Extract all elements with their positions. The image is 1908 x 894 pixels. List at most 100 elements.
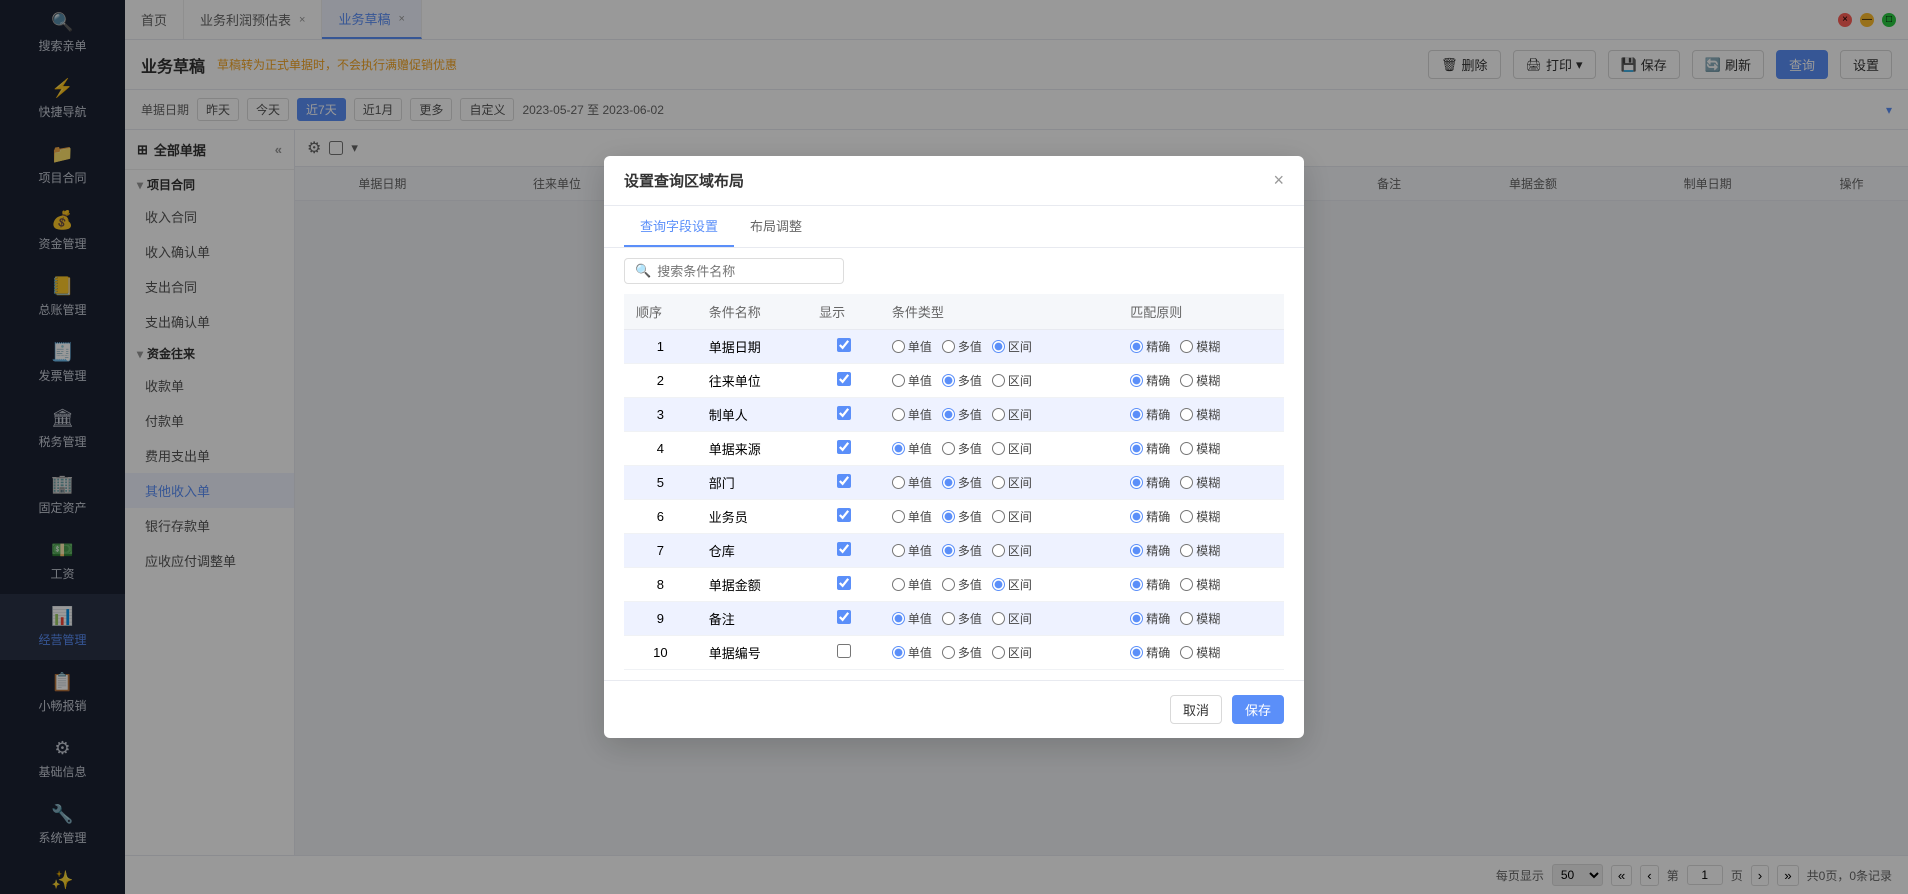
row-6-cond-区间[interactable]: 区间	[992, 542, 1032, 559]
row-6-cond-多值[interactable]: 多值	[942, 542, 982, 559]
row-9-match-模糊[interactable]: 模糊	[1180, 644, 1220, 661]
row-3-cond-单值[interactable]: 单值	[892, 440, 932, 457]
row-5-order: 6	[624, 500, 697, 534]
row-7-show-checkbox[interactable]	[837, 576, 851, 590]
row-7-match-精确[interactable]: 精确	[1130, 576, 1170, 593]
row-4-match-精确[interactable]: 精确	[1130, 474, 1170, 491]
row-1-show-checkbox[interactable]	[837, 372, 851, 386]
row-3-match-精确[interactable]: 精确	[1130, 440, 1170, 457]
dialog-tab-bar: 查询字段设置 布局调整	[604, 206, 1304, 248]
row-1-cond-单值[interactable]: 单值	[892, 372, 932, 389]
row-1-show[interactable]	[807, 364, 880, 398]
row-5-matchtype: 精确模糊	[1118, 500, 1284, 534]
row-7-condtype: 单值多值区间	[880, 568, 1118, 602]
row-3-name: 单据来源	[697, 432, 807, 466]
row-4-name: 部门	[697, 466, 807, 500]
row-1-match-精确[interactable]: 精确	[1130, 372, 1170, 389]
th-match: 匹配原则	[1118, 294, 1284, 330]
th-show: 显示	[807, 294, 880, 330]
row-9-cond-区间[interactable]: 区间	[992, 644, 1032, 661]
row-5-match-模糊[interactable]: 模糊	[1180, 508, 1220, 525]
row-0-show[interactable]	[807, 330, 880, 364]
row-6-show-checkbox[interactable]	[837, 542, 851, 556]
row-9-cond-多值[interactable]: 多值	[942, 644, 982, 661]
row-3-match-模糊[interactable]: 模糊	[1180, 440, 1220, 457]
row-7-matchtype: 精确模糊	[1118, 568, 1284, 602]
row-1-match-模糊[interactable]: 模糊	[1180, 372, 1220, 389]
search-wrap: 🔍	[624, 258, 844, 284]
row-7-cond-多值[interactable]: 多值	[942, 576, 982, 593]
row-3-show[interactable]	[807, 432, 880, 466]
row-8-cond-单值[interactable]: 单值	[892, 610, 932, 627]
row-0-cond-单值[interactable]: 单值	[892, 338, 932, 355]
row-3-cond-区间[interactable]: 区间	[992, 440, 1032, 457]
row-0-match-精确[interactable]: 精确	[1130, 338, 1170, 355]
row-4-show[interactable]	[807, 466, 880, 500]
row-4-match-模糊[interactable]: 模糊	[1180, 474, 1220, 491]
save-dialog-button[interactable]: 保存	[1232, 695, 1284, 724]
row-7-show[interactable]	[807, 568, 880, 602]
row-5-cond-多值[interactable]: 多值	[942, 508, 982, 525]
row-9-matchtype: 精确模糊	[1118, 636, 1284, 670]
row-5-show[interactable]	[807, 500, 880, 534]
row-9-show[interactable]	[807, 636, 880, 670]
row-4-cond-单值[interactable]: 单值	[892, 474, 932, 491]
row-6-cond-单值[interactable]: 单值	[892, 542, 932, 559]
row-9-match-精确[interactable]: 精确	[1130, 644, 1170, 661]
row-8-cond-区间[interactable]: 区间	[992, 610, 1032, 627]
row-8-show[interactable]	[807, 602, 880, 636]
row-4-cond-多值[interactable]: 多值	[942, 474, 982, 491]
row-0-show-checkbox[interactable]	[837, 338, 851, 352]
row-7-cond-区间[interactable]: 区间	[992, 576, 1032, 593]
row-7-cond-单值[interactable]: 单值	[892, 576, 932, 593]
row-4-cond-区间[interactable]: 区间	[992, 474, 1032, 491]
row-8-show-checkbox[interactable]	[837, 610, 851, 624]
row-7-match-模糊[interactable]: 模糊	[1180, 576, 1220, 593]
row-3-cond-多值[interactable]: 多值	[942, 440, 982, 457]
row-2-show-checkbox[interactable]	[837, 406, 851, 420]
row-5-cond-区间[interactable]: 区间	[992, 508, 1032, 525]
row-1-cond-多值[interactable]: 多值	[942, 372, 982, 389]
cancel-button[interactable]: 取消	[1170, 695, 1222, 724]
row-2-match-模糊[interactable]: 模糊	[1180, 406, 1220, 423]
row-8-match-精确[interactable]: 精确	[1130, 610, 1170, 627]
row-3-condtype: 单值多值区间	[880, 432, 1118, 466]
row-9-name: 单据编号	[697, 636, 807, 670]
row-3-matchtype: 精确模糊	[1118, 432, 1284, 466]
condition-search-input[interactable]	[657, 264, 833, 279]
row-4-show-checkbox[interactable]	[837, 474, 851, 488]
row-5-cond-单值[interactable]: 单值	[892, 508, 932, 525]
row-2-cond-区间[interactable]: 区间	[992, 406, 1032, 423]
row-0-match-模糊[interactable]: 模糊	[1180, 338, 1220, 355]
row-6-match-精确[interactable]: 精确	[1130, 542, 1170, 559]
row-7-name: 单据金额	[697, 568, 807, 602]
row-9-cond-单值[interactable]: 单值	[892, 644, 932, 661]
row-9-show-checkbox[interactable]	[837, 644, 851, 658]
row-5-show-checkbox[interactable]	[837, 508, 851, 522]
row-1-cond-区间[interactable]: 区间	[992, 372, 1032, 389]
tab-layout[interactable]: 布局调整	[734, 206, 818, 247]
row-2-match-精确[interactable]: 精确	[1130, 406, 1170, 423]
row-3-show-checkbox[interactable]	[837, 440, 851, 454]
row-2-cond-单值[interactable]: 单值	[892, 406, 932, 423]
row-0-cond-多值[interactable]: 多值	[942, 338, 982, 355]
row-6-order: 7	[624, 534, 697, 568]
row-0-cond-区间[interactable]: 区间	[992, 338, 1032, 355]
row-9-condtype: 单值多值区间	[880, 636, 1118, 670]
row-8-name: 备注	[697, 602, 807, 636]
search-icon: 🔍	[635, 263, 651, 279]
dialog-close-button[interactable]: ×	[1273, 170, 1284, 191]
tab-query-fields[interactable]: 查询字段设置	[624, 206, 734, 247]
row-8-cond-多值[interactable]: 多值	[942, 610, 982, 627]
settings-table-wrap: 顺序 条件名称 显示 条件类型 匹配原则 1单据日期单值多值区间精确模糊2往来单…	[604, 294, 1304, 680]
row-0-matchtype: 精确模糊	[1118, 330, 1284, 364]
row-1-matchtype: 精确模糊	[1118, 364, 1284, 398]
row-8-match-模糊[interactable]: 模糊	[1180, 610, 1220, 627]
row-6-show[interactable]	[807, 534, 880, 568]
row-6-match-模糊[interactable]: 模糊	[1180, 542, 1220, 559]
row-5-match-精确[interactable]: 精确	[1130, 508, 1170, 525]
row-8-matchtype: 精确模糊	[1118, 602, 1284, 636]
dialog-footer: 取消 保存	[604, 680, 1304, 738]
row-2-cond-多值[interactable]: 多值	[942, 406, 982, 423]
row-2-show[interactable]	[807, 398, 880, 432]
